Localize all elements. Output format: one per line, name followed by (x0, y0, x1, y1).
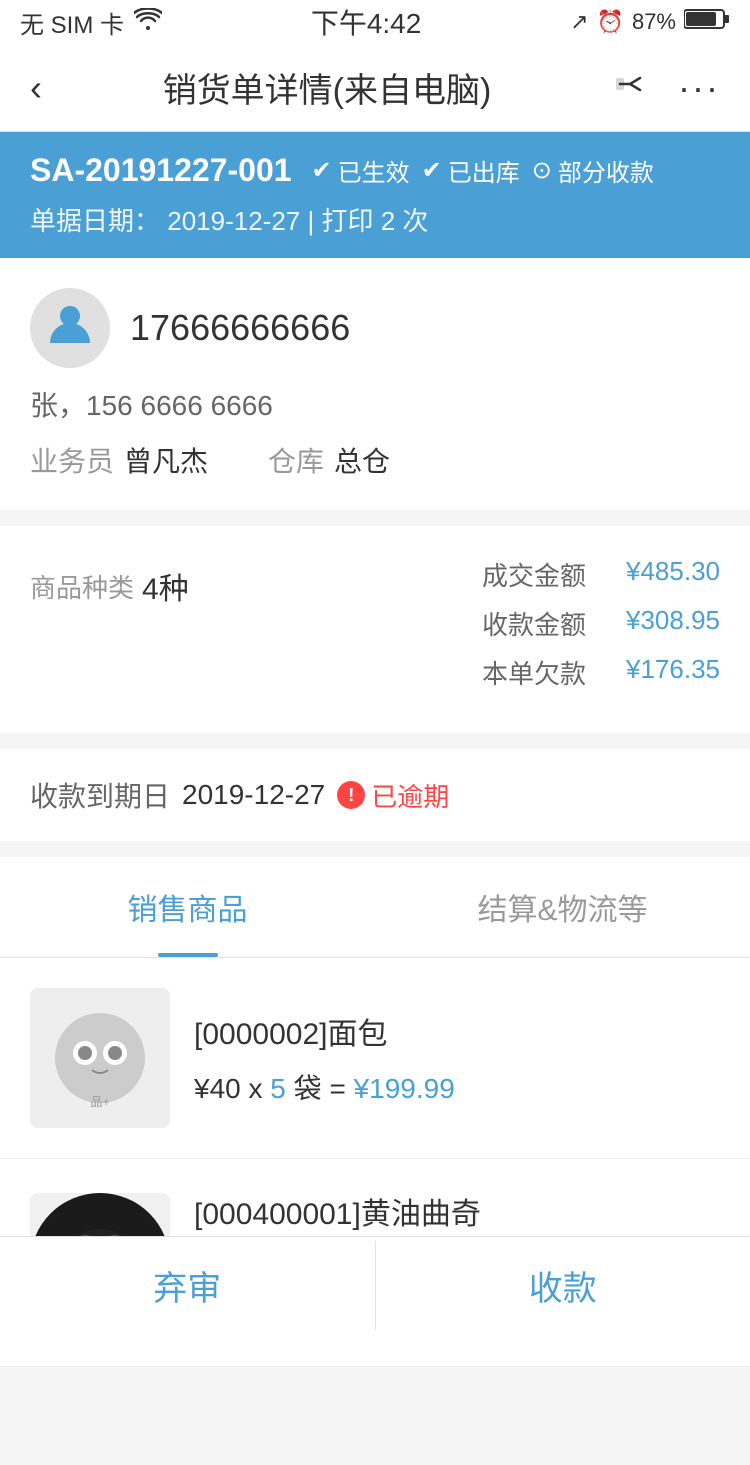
tabs: 销售商品 结算&物流等 (0, 857, 750, 958)
status-tag-partial: ⊙ 部分收款 (532, 153, 654, 188)
order-number: SA-20191227-001 (30, 152, 292, 189)
status-tag-shipped: ✔ 已出库 (422, 153, 520, 188)
overdue-badge: ! 已逾期 (337, 777, 449, 814)
page-title: 销货单详情(来自电脑) (163, 63, 492, 112)
back-button[interactable]: ‹ (30, 67, 42, 109)
salesperson-item: 业务员 曾凡杰 (30, 440, 208, 480)
due-section: 收款到期日 2019-12-27 ! 已逾期 (0, 749, 750, 841)
wifi-icon (134, 8, 162, 37)
product-price-1: ¥40 x 5 袋 = ¥199.99 (194, 1067, 720, 1107)
nav-bar: ‹ 销货单详情(来自电脑) ··· (0, 44, 750, 132)
status-time: 下午4:42 (311, 2, 422, 42)
due-label: 收款到期日 (30, 775, 170, 815)
product-name-2: [000400001]黄油曲奇 (194, 1189, 720, 1233)
category-value: 4种 (142, 564, 189, 608)
category-count: 商品种类 4种 (30, 564, 189, 608)
warehouse-item: 仓库 总仓 (268, 440, 390, 480)
salesperson-label: 业务员 (30, 440, 114, 480)
avatar (30, 288, 110, 368)
header-date-line: 单据日期： 2019-12-27 | 打印 2 次 (30, 201, 720, 238)
transaction-value: ¥485.30 (626, 556, 720, 593)
status-tag-effective: ✔ 已生效 (312, 153, 410, 188)
collect-payment-button[interactable]: 收款 (376, 1241, 750, 1330)
transaction-label: 成交金额 (482, 556, 586, 593)
stats-right: 成交金额 ¥485.30 收款金额 ¥308.95 本单欠款 ¥176.35 (482, 556, 720, 703)
check-icon-2: ✔ (422, 156, 442, 185)
location-icon: ↗ (570, 9, 588, 35)
clock-icon: ⊙ (532, 156, 552, 185)
status-bar: 无 SIM 卡 下午4:42 ↗ ⏰ 87% (0, 0, 750, 44)
product-image-1: 品+ (30, 988, 170, 1128)
status-right: ↗ ⏰ 87% (570, 8, 730, 36)
battery-text: 87% (632, 9, 676, 35)
product-total-1: ¥199.99 (354, 1073, 455, 1104)
customer-meta: 业务员 曾凡杰 仓库 总仓 (30, 440, 720, 480)
alarm-icon: ⏰ (597, 9, 624, 35)
warehouse-label: 仓库 (268, 440, 324, 480)
nav-actions: ··· (612, 66, 720, 110)
due-date: 2019-12-27 (182, 779, 325, 811)
transaction-row: 成交金额 ¥485.30 (482, 556, 720, 593)
payment-row: 收款金额 ¥308.95 (482, 605, 720, 642)
debt-row: 本单欠款 ¥176.35 (482, 654, 720, 691)
stats-section: 商品种类 4种 成交金额 ¥485.30 收款金额 ¥308.95 本单欠款 ¥… (0, 526, 750, 733)
product-item-1: 品+ [0000002]面包 ¥40 x 5 袋 = ¥199.99 (0, 958, 750, 1159)
cancel-review-button[interactable]: 弃审 (0, 1241, 376, 1330)
product-detail-1: [0000002]面包 ¥40 x 5 袋 = ¥199.99 (194, 1009, 720, 1107)
check-icon-1: ✔ (312, 156, 332, 185)
bottom-bar: 弃审 收款 (0, 1236, 750, 1334)
overdue-text: 已逾期 (371, 777, 449, 814)
customer-section: 17666666666 张，156 6666 6666 业务员 曾凡杰 仓库 总… (0, 258, 750, 510)
warehouse-value: 总仓 (334, 440, 390, 480)
overdue-icon: ! (337, 781, 365, 809)
payment-label: 收款金额 (482, 605, 586, 642)
category-label: 商品种类 (30, 568, 134, 605)
tab-settlement[interactable]: 结算&物流等 (375, 857, 750, 957)
debt-value: ¥176.35 (626, 654, 720, 691)
share-button[interactable] (612, 66, 648, 110)
svg-text:品+: 品+ (90, 1095, 109, 1109)
user-icon (45, 298, 95, 358)
payment-value: ¥308.95 (626, 605, 720, 642)
status-left: 无 SIM 卡 (20, 5, 162, 40)
battery-icon (684, 8, 730, 36)
tab-sales-products[interactable]: 销售商品 (0, 857, 375, 957)
customer-sub-info: 张，156 6666 6666 (30, 384, 720, 424)
carrier-text: 无 SIM 卡 (20, 5, 124, 40)
status-tags: ✔ 已生效 ✔ 已出库 ⊙ 部分收款 (312, 153, 654, 188)
stats-left: 商品种类 4种 (30, 556, 189, 608)
customer-name: 17666666666 (130, 307, 350, 349)
salesperson-value: 曾凡杰 (124, 440, 208, 480)
debt-label: 本单欠款 (482, 654, 586, 691)
product-name-1: [0000002]面包 (194, 1009, 720, 1053)
product-qty-1: 5 (270, 1073, 286, 1104)
header-banner: SA-20191227-001 ✔ 已生效 ✔ 已出库 ⊙ 部分收款 单据日期：… (0, 132, 750, 258)
more-button[interactable]: ··· (678, 67, 720, 109)
